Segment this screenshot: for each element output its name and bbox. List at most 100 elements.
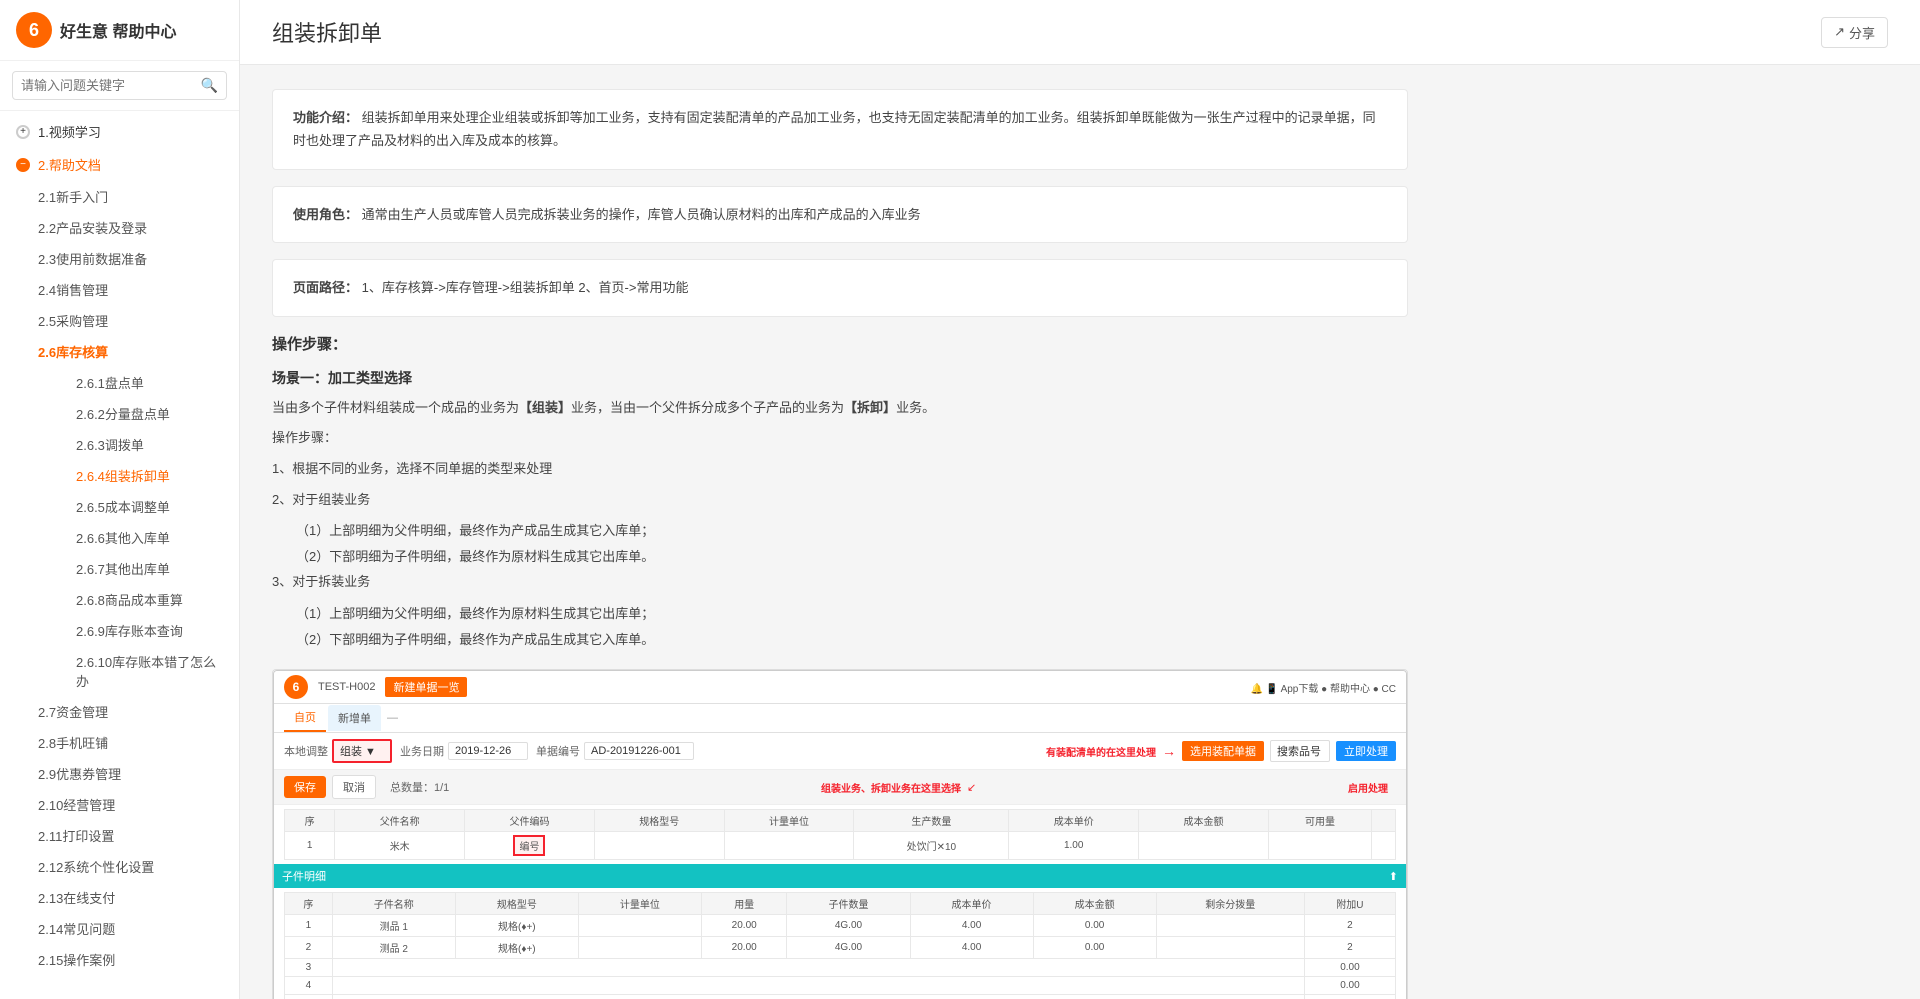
content-area: 功能介绍： 组装拆卸单用来处理企业组装或拆卸等加工业务，支持有固定装配清单的产品… bbox=[240, 65, 1440, 999]
l-cell-usage: 20.00 bbox=[701, 915, 786, 937]
step3-sub2: （2）下部明细为子件明细，最终作为产成品生成其它入库单。 bbox=[296, 627, 1408, 653]
col-l-action: 附加U bbox=[1304, 893, 1395, 915]
sidebar-item-stock-check[interactable]: 2.6.9库存账本查询 bbox=[76, 615, 239, 646]
table-row: 4 0.00 bbox=[285, 977, 1396, 995]
order-no-label: 单据编号 bbox=[536, 743, 580, 759]
search-icon[interactable]: 🔍 bbox=[201, 77, 218, 94]
confirm-btn[interactable]: 立即处理 bbox=[1336, 741, 1396, 761]
sidebar-item-assembly[interactable]: 2.6.4组装拆卸单 bbox=[76, 460, 239, 491]
col-actions bbox=[1372, 810, 1396, 832]
teal-divider-text: 子件明细 bbox=[282, 868, 326, 884]
sidebar-item-mobile[interactable]: 2.8手机旺铺 bbox=[38, 727, 239, 758]
assembly-list-btn[interactable]: 选用装配单据 bbox=[1182, 741, 1264, 761]
l-cell-remain2 bbox=[1156, 937, 1304, 959]
sidebar-item-finance[interactable]: 2.7资金管理 bbox=[38, 696, 239, 727]
step3: 3、对于拆装业务 bbox=[272, 570, 1408, 595]
form-row: 本地调整 组装 ▼ 业务日期 2019-12-26 单据编号 AD-201912… bbox=[284, 739, 1396, 763]
toolbar-row: 保存 取消 总数量：1/1 组装业务、拆卸业务在这里选择 ↙ 启用处理 bbox=[274, 770, 1406, 805]
share-label: 分享 bbox=[1849, 23, 1875, 42]
l-cell-empty3 bbox=[332, 959, 1304, 977]
cell-spec bbox=[594, 832, 724, 860]
expand-icon-docs: − bbox=[16, 158, 30, 172]
intro-block: 功能介绍： 组装拆卸单用来处理企业组装或拆卸等加工业务，支持有固定装配清单的产品… bbox=[272, 89, 1408, 170]
save-btn[interactable]: 保存 bbox=[284, 776, 326, 798]
sidebar-item-videos[interactable]: + 1.视频学习 bbox=[0, 115, 239, 148]
screenshot-inner: 6 TEST-H002 新建单据一览 🔔 📱 App下载 ● 帮助中心 ● CC… bbox=[273, 670, 1407, 999]
app-logo: 6 bbox=[284, 675, 308, 699]
app-icons: 🔔 📱 App下载 ● 帮助中心 ● CC bbox=[1251, 680, 1396, 695]
cell-unit bbox=[724, 832, 854, 860]
sidebar-item-purchase[interactable]: 2.5采购管理 bbox=[38, 305, 239, 336]
nav-section: + 1.视频学习 − 2.帮助文档 2.1新手入门 2.2产品安装及登录 2.3… bbox=[0, 111, 239, 979]
tab-separator: — bbox=[383, 707, 402, 729]
col-l-unit-cost: 成本单价 bbox=[910, 893, 1033, 915]
sidebar-item-ops[interactable]: 2.10经营管理 bbox=[38, 789, 239, 820]
l-cell-name: 测品 1 bbox=[332, 915, 455, 937]
sidebar-item-docs[interactable]: − 2.帮助文档 bbox=[0, 148, 239, 181]
app-new-btn[interactable]: 新建单据一览 bbox=[385, 677, 467, 697]
path-label: 页面路径： bbox=[293, 280, 358, 295]
table-row: 1 测品 1 规格(♦+) 20.00 4G.00 4.00 0.00 bbox=[285, 915, 1396, 937]
share-button[interactable]: ↗ 分享 bbox=[1821, 17, 1888, 48]
sidebar-item-adjust[interactable]: 2.6.3调拨单 bbox=[76, 429, 239, 460]
assembly-list-section: 有装配清单的在这里处理 → 选用装配单据 搜索品号 立即处理 bbox=[1046, 740, 1396, 762]
col-l-qty: 子件数量 bbox=[787, 893, 910, 915]
col-seq: 序 bbox=[285, 810, 335, 832]
step3-sub1: （1）上部明细为父件明细，最终作为原材料生成其它出库单； bbox=[296, 601, 1408, 627]
inventory-subnav: 2.6.1盘点单 2.6.2分量盘点单 2.6.3调拨单 2.6.4组装拆卸单 … bbox=[38, 367, 239, 696]
sidebar-item-cases[interactable]: 2.15操作案例 bbox=[38, 944, 239, 975]
sidebar-item-other-out[interactable]: 2.6.7其他出库单 bbox=[76, 553, 239, 584]
sidebar-item-sales[interactable]: 2.4销售管理 bbox=[38, 274, 239, 305]
l-cell-remain bbox=[1156, 915, 1304, 937]
type-select[interactable]: 组装 ▼ bbox=[332, 739, 392, 763]
scene1-desc: 当由多个子件材料组装成一个成品的业务为【组装】业务，当由一个父件拆分成多个子产品… bbox=[272, 396, 1408, 421]
steps-title: 操作步骤： bbox=[272, 333, 1408, 354]
l-cell-seq: 1 bbox=[285, 915, 333, 937]
teal-icon: ⬆ bbox=[1389, 870, 1398, 883]
search-input[interactable] bbox=[21, 78, 201, 93]
sidebar-item-data-prep[interactable]: 2.3使用前数据准备 bbox=[38, 243, 239, 274]
scene1-title: 场景一：加工类型选择 bbox=[272, 368, 1408, 388]
code-input[interactable]: 编号 bbox=[513, 835, 545, 856]
table-row: 3 0.00 bbox=[285, 959, 1396, 977]
arrow-type-icon: ↙ bbox=[967, 781, 976, 794]
step2-sub2: （2）下部明细为子件明细，最终作为原材料生成其它出库单。 bbox=[296, 544, 1408, 570]
sidebar-item-online-pay[interactable]: 2.13在线支付 bbox=[38, 882, 239, 913]
app-topbar: 6 TEST-H002 新建单据一览 🔔 📱 App下载 ● 帮助中心 ● CC bbox=[274, 671, 1406, 704]
sidebar-item-print[interactable]: 2.11打印设置 bbox=[38, 820, 239, 851]
cancel-btn[interactable]: 取消 bbox=[332, 775, 376, 799]
annotation-top-right: 有装配清单的在这里处理 bbox=[1046, 744, 1156, 759]
sidebar-item-cost-adjust[interactable]: 2.6.5成本调整单 bbox=[76, 491, 239, 522]
intro-text: 组装拆卸单用来处理企业组装或拆卸等加工业务，支持有固定装配清单的产品加工业务，也… bbox=[293, 110, 1376, 148]
sidebar-item-inventory[interactable]: 2.6库存核算 bbox=[38, 336, 239, 367]
sidebar-item-custom[interactable]: 2.12系统个性化设置 bbox=[38, 851, 239, 882]
share-icon: ↗ bbox=[1834, 24, 1845, 40]
order-no-input[interactable]: AD-20191226-001 bbox=[584, 742, 694, 760]
sidebar-item-stocktake[interactable]: 2.6.1盘点单 bbox=[76, 367, 239, 398]
sidebar-item-account-err[interactable]: 2.6.10库存账本错了怎么办 bbox=[76, 646, 239, 696]
lower-table-head: 序 子件名称 规格型号 计量单位 用量 子件数量 成本单价 成本金额 剩余分拨量 bbox=[285, 893, 1396, 915]
step2-sub1: （1）上部明细为父件明细，最终作为产成品生成其它入库单； bbox=[296, 518, 1408, 544]
l-cell-cost2: 0.00 bbox=[1033, 937, 1156, 959]
sidebar-item-newcomer[interactable]: 2.1新手入门 bbox=[38, 181, 239, 212]
sidebar-item-cost-calc[interactable]: 2.6.8商品成本重算 bbox=[76, 584, 239, 615]
table-row: 5 0.00 bbox=[285, 995, 1396, 999]
search-field[interactable]: 搜索品号 bbox=[1270, 740, 1330, 762]
search-wrap[interactable]: 🔍 bbox=[12, 71, 227, 100]
arrow-right-icon: → bbox=[1162, 743, 1176, 759]
l-cell-seq5: 5 bbox=[285, 995, 333, 999]
lower-table-section: 序 子件名称 规格型号 计量单位 用量 子件数量 成本单价 成本金额 剩余分拨量 bbox=[274, 888, 1406, 999]
date-input[interactable]: 2019-12-26 bbox=[448, 742, 528, 760]
col-parent-code: 父件编码 bbox=[465, 810, 595, 832]
upper-table-section: 序 父件名称 父件编码 规格型号 计量单位 生产数量 成本单价 成本金额 可用量 bbox=[274, 805, 1406, 864]
sidebar-label-docs: 2.帮助文档 bbox=[38, 155, 101, 174]
sidebar-item-install[interactable]: 2.2产品安装及登录 bbox=[38, 212, 239, 243]
tab-new[interactable]: 新增单 bbox=[328, 705, 381, 731]
tab-home[interactable]: 自页 bbox=[284, 704, 326, 732]
sidebar-item-partial-stocktake[interactable]: 2.6.2分量盘点单 bbox=[76, 398, 239, 429]
col-qty: 生产数量 bbox=[854, 810, 1009, 832]
sidebar-item-faq[interactable]: 2.14常见问题 bbox=[38, 913, 239, 944]
sidebar-item-other-in[interactable]: 2.6.6其他入库单 bbox=[76, 522, 239, 553]
sidebar-item-coupon[interactable]: 2.9优惠券管理 bbox=[38, 758, 239, 789]
col-l-cost-amt: 成本金额 bbox=[1033, 893, 1156, 915]
